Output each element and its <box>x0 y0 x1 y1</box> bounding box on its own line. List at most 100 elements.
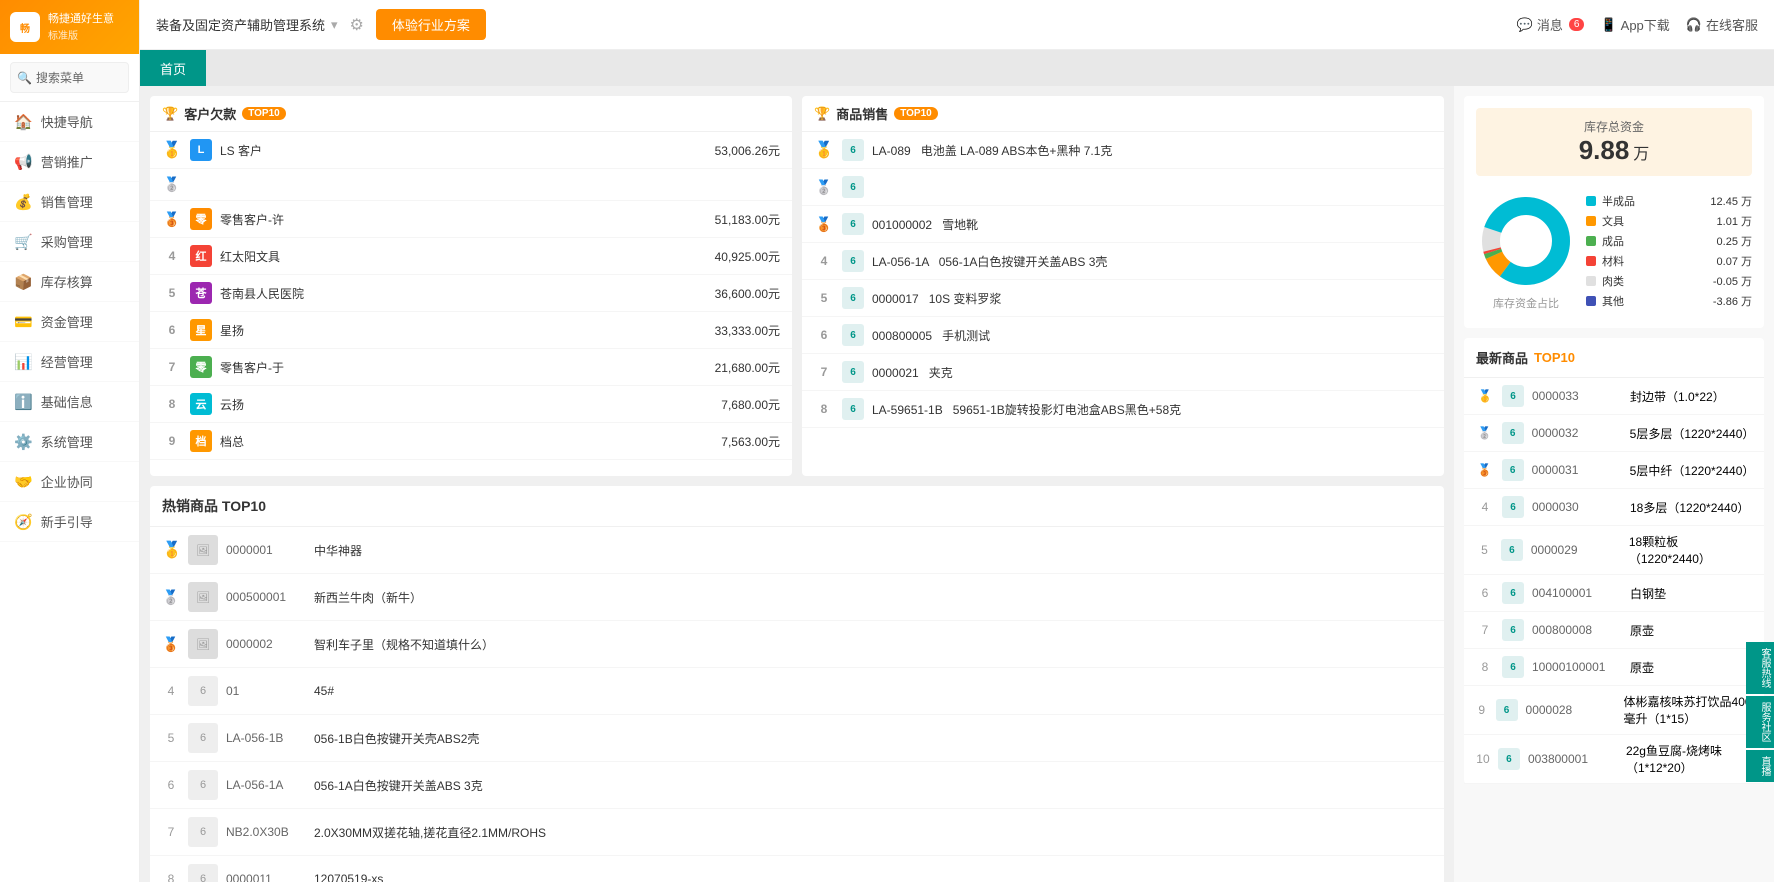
headset-icon: 🎧 <box>1686 17 1702 33</box>
sidebar-item-企业协同[interactable]: 🤝企业协同 <box>0 462 139 502</box>
nav-icon: 📊 <box>14 353 33 371</box>
rank-num: 🥈 <box>814 179 834 196</box>
rank-amount: 7,680.00元 <box>721 396 780 413</box>
nav-label: 库存核算 <box>41 272 93 291</box>
content-area: 🏆 客户欠款 TOP10 🥇LLS 客户53,006.26元🥈🥉零零售客户-许5… <box>140 86 1774 882</box>
rank-avatar: 红 <box>190 245 212 267</box>
rank-avatar: 苍 <box>190 282 212 304</box>
inventory-unit: 万 <box>1633 140 1649 164</box>
rank-item: 9档档总7,563.00元 <box>150 423 792 460</box>
product-name: LA-59651-1B 59651-1B旋转投影灯电池盒ABS黑色+58克 <box>872 401 1432 418</box>
newest-code: 0000029 <box>1531 543 1621 557</box>
sidebar-item-系统管理[interactable]: ⚙️系统管理 <box>0 422 139 462</box>
product-sales-item: 🥈6 <box>802 169 1444 206</box>
sidebar: 畅 畅捷通好生意 标准版 🔍 搜索菜单 🏠快捷导航📢营销推广💰销售管理🛒采购管理… <box>0 0 140 882</box>
sidebar-item-采购管理[interactable]: 🛒采购管理 <box>0 222 139 262</box>
sidebar-item-新手引导[interactable]: 🧭新手引导 <box>0 502 139 542</box>
newest-products-panel: 最新商品 TOP10 🥇60000033封边带（1.0*22）🥈60000032… <box>1464 338 1764 784</box>
search-menu-button[interactable]: 🔍 搜索菜单 <box>10 62 129 93</box>
nav-icon: 🧭 <box>14 513 33 531</box>
legend-item: 其他-3.86 万 <box>1586 291 1752 311</box>
nav-label: 资金管理 <box>41 312 93 331</box>
app-download-area[interactable]: 📱 App下载 <box>1600 15 1669 34</box>
legend-value: -3.86 万 <box>1713 293 1752 309</box>
product-icon: 6 <box>842 361 864 383</box>
legend-value: -0.05 万 <box>1713 273 1752 289</box>
product-thumbnail: 6 <box>188 676 218 706</box>
hot-product-code: 01 <box>226 684 306 698</box>
product-icon: 6 <box>842 287 864 309</box>
hot-products-panel: 热销商品 TOP10 🥇🖼0000001中华神器🥈🖼000500001新西兰牛肉… <box>150 486 1444 882</box>
tab-home[interactable]: 首页 <box>140 50 206 86</box>
rank-num: 4 <box>162 249 182 263</box>
app-download-label: App下载 <box>1621 15 1670 34</box>
newest-rank: 7 <box>1476 623 1494 637</box>
hot-product-name: 12070519-xs <box>314 872 383 882</box>
inventory-legend: 半成品12.45 万文具1.01 万成品0.25 万材料0.07 万肉类-0.0… <box>1586 191 1752 311</box>
rank-avatar: 星 <box>190 319 212 341</box>
trophy2-icon: 🏆 <box>814 106 830 122</box>
customer-service-btn[interactable]: 客服热线 <box>1746 642 1774 694</box>
messages-label: 消息 <box>1537 15 1563 34</box>
rank-num: 4 <box>814 254 834 268</box>
sidebar-item-资金管理[interactable]: 💳资金管理 <box>0 302 139 342</box>
hot-rank: 🥈 <box>162 589 180 606</box>
legend-value: 0.25 万 <box>1717 233 1752 249</box>
sidebar-item-库存核算[interactable]: 📦库存核算 <box>0 262 139 302</box>
legend-dot <box>1586 236 1596 246</box>
live-btn[interactable]: 直播 <box>1746 750 1774 782</box>
nav-label: 企业协同 <box>41 472 93 491</box>
newest-icon: 6 <box>1502 459 1524 481</box>
newest-rank: 🥇 <box>1476 389 1494 403</box>
hot-rank: 4 <box>162 684 180 698</box>
newest-rank: 8 <box>1476 660 1494 674</box>
legend-name: 材料 <box>1602 253 1711 269</box>
newest-product-item: 🥉600000315层中纤（1220*2440） <box>1464 452 1764 489</box>
sidebar-item-经营管理[interactable]: 📊经营管理 <box>0 342 139 382</box>
messages-area[interactable]: 💬 消息 6 <box>1517 15 1585 34</box>
app-logo: 畅 <box>10 12 40 42</box>
search-area[interactable]: 🔍 搜索菜单 <box>0 54 139 102</box>
hot-rank: 🥇 <box>162 540 180 560</box>
hot-product-name: 056-1B白色按键开关壳ABS2壳 <box>314 730 479 747</box>
topbar: 装备及固定资产辅助管理系统 ▾ ⚙ 体验行业方案 💬 消息 6 📱 App下载 … <box>140 0 1774 50</box>
rank-num: 🥇 <box>814 140 834 160</box>
system-name-text: 装备及固定资产辅助管理系统 <box>156 15 325 34</box>
newest-icon: 6 <box>1496 699 1518 721</box>
float-service: 客服热线 服务社区 直播 <box>1746 642 1774 782</box>
dropdown-icon[interactable]: ▾ <box>331 17 338 33</box>
sidebar-item-营销推广[interactable]: 📢营销推广 <box>0 142 139 182</box>
newest-rank: 4 <box>1476 500 1494 514</box>
rank-amount: 40,925.00元 <box>715 248 780 265</box>
newest-code: 000800008 <box>1532 623 1622 637</box>
newest-name: 封边带（1.0*22） <box>1630 388 1725 405</box>
newest-products-list: 🥇60000033封边带（1.0*22）🥈600000325层多层（1220*2… <box>1464 378 1764 784</box>
hot-product-code: 0000011 <box>226 872 306 882</box>
newest-icon: 6 <box>1498 748 1520 770</box>
hot-product-item: 66LA-056-1A056-1A白色按键开关盖ABS 3克 <box>150 762 1444 809</box>
sidebar-item-基础信息[interactable]: ℹ️基础信息 <box>0 382 139 422</box>
sidebar-item-快捷导航[interactable]: 🏠快捷导航 <box>0 102 139 142</box>
online-service-area[interactable]: 🎧 在线客服 <box>1686 15 1758 34</box>
product-name: 0000021 夹克 <box>872 364 1432 381</box>
rank-name: 零售客户-于 <box>220 359 707 376</box>
rank-item: 🥇LLS 客户53,006.26元 <box>150 132 792 169</box>
product-name: 0000017 10S 变料罗浆 <box>872 290 1432 307</box>
newest-icon: 6 <box>1502 422 1524 444</box>
product-name: LA-056-1A 056-1A白色按键开关盖ABS 3壳 <box>872 253 1432 270</box>
hot-product-item: 56LA-056-1B056-1B白色按键开关壳ABS2壳 <box>150 715 1444 762</box>
newest-name: 原壶 <box>1630 622 1654 639</box>
rank-num: 🥉 <box>814 216 834 233</box>
legend-value: 1.01 万 <box>1717 213 1752 229</box>
service-community-btn[interactable]: 服务社区 <box>1746 696 1774 748</box>
product-sales-header: 🏆 商品销售 TOP10 <box>802 96 1444 132</box>
newest-name: 22g鱼豆腐-烧烤味（1*12*20） <box>1626 742 1752 776</box>
plan-button[interactable]: 体验行业方案 <box>376 9 486 40</box>
tab-home-label: 首页 <box>160 59 186 78</box>
newest-icon: 6 <box>1502 496 1524 518</box>
sidebar-item-销售管理[interactable]: 💰销售管理 <box>0 182 139 222</box>
inventory-total-label: 库存总资金 <box>1486 118 1742 135</box>
rank-item: 🥉零零售客户-许51,183.00元 <box>150 201 792 238</box>
settings-icon[interactable]: ⚙ <box>350 15 364 35</box>
newest-name: 5层中纤（1220*2440） <box>1630 462 1752 479</box>
